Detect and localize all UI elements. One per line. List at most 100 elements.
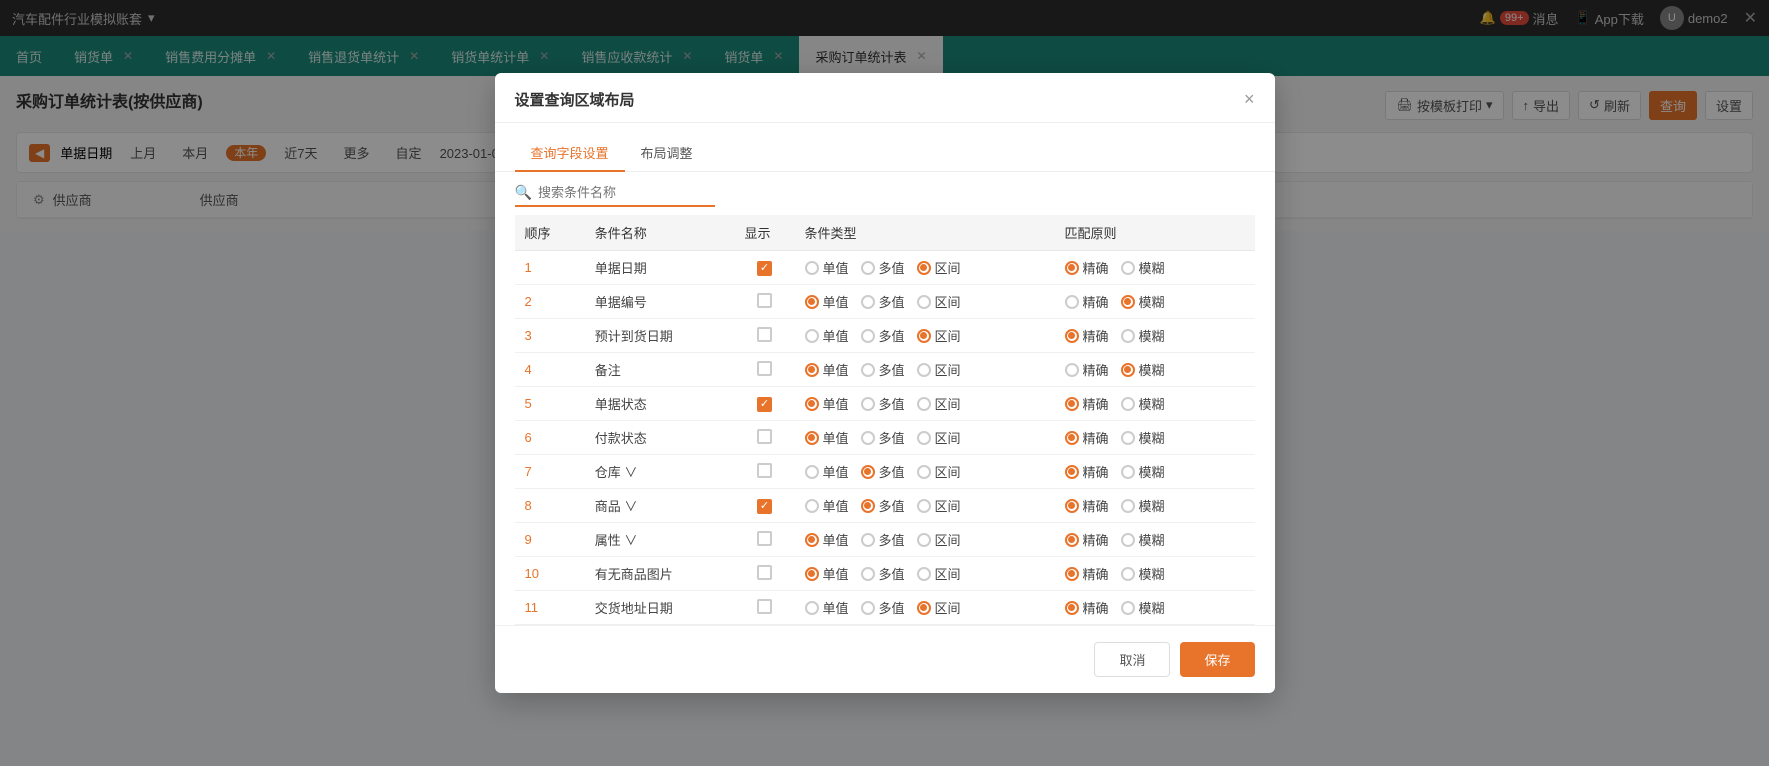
match-radio-模糊[interactable]: 模糊 bbox=[1121, 394, 1165, 413]
display-checkbox[interactable] bbox=[757, 599, 772, 614]
type-radio-多值[interactable]: 多值 bbox=[861, 394, 905, 413]
type-radio-多值[interactable]: 多值 bbox=[861, 530, 905, 549]
type-radio-区间[interactable]: 区间 bbox=[917, 394, 961, 413]
match-radio-模糊[interactable]: 模糊 bbox=[1121, 598, 1165, 617]
match-radio-模糊[interactable]: 模糊 bbox=[1121, 428, 1165, 447]
settings-modal: 设置查询区域布局 × 查询字段设置 布局调整 🔍 顺序 bbox=[495, 73, 1275, 693]
row-name: 商品 ∨ bbox=[585, 489, 735, 523]
display-checkbox[interactable] bbox=[757, 293, 772, 308]
tab-layout[interactable]: 布局调整 bbox=[625, 135, 709, 172]
type-radio-区间[interactable]: 区间 bbox=[917, 530, 961, 549]
row-order: 2 bbox=[515, 285, 585, 319]
match-radio-精确[interactable]: 精确 bbox=[1065, 564, 1109, 583]
modal-close-btn[interactable]: × bbox=[1244, 89, 1255, 110]
row-order: 11 bbox=[515, 591, 585, 625]
type-radio-区间[interactable]: 区间 bbox=[917, 496, 961, 515]
display-checkbox[interactable] bbox=[757, 499, 772, 514]
type-radio-单值[interactable]: 单值 bbox=[805, 258, 849, 277]
type-radio-多值[interactable]: 多值 bbox=[861, 292, 905, 311]
match-radio-模糊[interactable]: 模糊 bbox=[1121, 564, 1165, 583]
row-name: 交货地址日期 bbox=[585, 591, 735, 625]
th-order: 顺序 bbox=[515, 215, 585, 251]
display-checkbox[interactable] bbox=[757, 531, 772, 546]
row-name: 备注 bbox=[585, 353, 735, 387]
display-checkbox[interactable] bbox=[757, 429, 772, 444]
row-display[interactable] bbox=[735, 319, 795, 353]
row-display[interactable] bbox=[735, 523, 795, 557]
match-radio-精确[interactable]: 精确 bbox=[1065, 360, 1109, 379]
row-display[interactable] bbox=[735, 591, 795, 625]
match-radio-精确[interactable]: 精确 bbox=[1065, 530, 1109, 549]
display-checkbox[interactable] bbox=[757, 397, 772, 412]
row-display[interactable] bbox=[735, 557, 795, 591]
type-radio-区间[interactable]: 区间 bbox=[917, 360, 961, 379]
match-radio-精确[interactable]: 精确 bbox=[1065, 292, 1109, 311]
match-radio-模糊[interactable]: 模糊 bbox=[1121, 292, 1165, 311]
match-radio-模糊[interactable]: 模糊 bbox=[1121, 326, 1165, 345]
match-radio-精确[interactable]: 精确 bbox=[1065, 326, 1109, 345]
display-checkbox[interactable] bbox=[757, 565, 772, 580]
row-display[interactable] bbox=[735, 421, 795, 455]
type-radio-区间[interactable]: 区间 bbox=[917, 258, 961, 277]
match-radio-模糊[interactable]: 模糊 bbox=[1121, 258, 1165, 277]
row-display[interactable] bbox=[735, 285, 795, 319]
modal-tab-bar: 查询字段设置 布局调整 bbox=[495, 123, 1275, 172]
type-radio-单值[interactable]: 单值 bbox=[805, 462, 849, 481]
row-type: 单值多值区间 bbox=[795, 591, 1055, 625]
match-radio-精确[interactable]: 精确 bbox=[1065, 462, 1109, 481]
type-radio-单值[interactable]: 单值 bbox=[805, 564, 849, 583]
type-radio-多值[interactable]: 多值 bbox=[861, 360, 905, 379]
type-radio-单值[interactable]: 单值 bbox=[805, 428, 849, 447]
cancel-button[interactable]: 取消 bbox=[1094, 642, 1170, 677]
type-radio-多值[interactable]: 多值 bbox=[861, 564, 905, 583]
type-radio-多值[interactable]: 多值 bbox=[861, 326, 905, 345]
match-radio-精确[interactable]: 精确 bbox=[1065, 496, 1109, 515]
match-radio-精确[interactable]: 精确 bbox=[1065, 428, 1109, 447]
type-radio-多值[interactable]: 多值 bbox=[861, 496, 905, 515]
row-match: 精确模糊 bbox=[1055, 251, 1255, 285]
match-radio-模糊[interactable]: 模糊 bbox=[1121, 462, 1165, 481]
type-radio-区间[interactable]: 区间 bbox=[917, 564, 961, 583]
row-display[interactable] bbox=[735, 251, 795, 285]
type-radio-区间[interactable]: 区间 bbox=[917, 292, 961, 311]
match-radio-精确[interactable]: 精确 bbox=[1065, 394, 1109, 413]
display-checkbox[interactable] bbox=[757, 361, 772, 376]
row-display[interactable] bbox=[735, 489, 795, 523]
search-input[interactable] bbox=[538, 185, 698, 200]
match-radio-模糊[interactable]: 模糊 bbox=[1121, 530, 1165, 549]
match-radio-模糊[interactable]: 模糊 bbox=[1121, 360, 1165, 379]
match-radio-精确[interactable]: 精确 bbox=[1065, 598, 1109, 617]
type-radio-区间[interactable]: 区间 bbox=[917, 598, 961, 617]
row-type: 单值多值区间 bbox=[795, 557, 1055, 591]
type-radio-单值[interactable]: 单值 bbox=[805, 292, 849, 311]
row-match: 精确模糊 bbox=[1055, 387, 1255, 421]
type-radio-单值[interactable]: 单值 bbox=[805, 598, 849, 617]
type-radio-单值[interactable]: 单值 bbox=[805, 530, 849, 549]
type-radio-单值[interactable]: 单值 bbox=[805, 394, 849, 413]
row-name: 有无商品图片 bbox=[585, 557, 735, 591]
type-radio-多值[interactable]: 多值 bbox=[861, 598, 905, 617]
type-radio-区间[interactable]: 区间 bbox=[917, 428, 961, 447]
display-checkbox[interactable] bbox=[757, 463, 772, 478]
match-radio-模糊[interactable]: 模糊 bbox=[1121, 496, 1165, 515]
row-display[interactable] bbox=[735, 353, 795, 387]
type-radio-单值[interactable]: 单值 bbox=[805, 360, 849, 379]
row-type: 单值多值区间 bbox=[795, 455, 1055, 489]
row-display[interactable] bbox=[735, 455, 795, 489]
type-radio-多值[interactable]: 多值 bbox=[861, 258, 905, 277]
display-checkbox[interactable] bbox=[757, 261, 772, 276]
type-radio-区间[interactable]: 区间 bbox=[917, 326, 961, 345]
save-button[interactable]: 保存 bbox=[1180, 642, 1254, 677]
type-radio-区间[interactable]: 区间 bbox=[917, 462, 961, 481]
row-type: 单值多值区间 bbox=[795, 523, 1055, 557]
row-match: 精确模糊 bbox=[1055, 489, 1255, 523]
display-checkbox[interactable] bbox=[757, 327, 772, 342]
type-radio-单值[interactable]: 单值 bbox=[805, 496, 849, 515]
match-radio-精确[interactable]: 精确 bbox=[1065, 258, 1109, 277]
tab-query-fields[interactable]: 查询字段设置 bbox=[515, 135, 625, 172]
table-row: 10有无商品图片单值多值区间精确模糊 bbox=[515, 557, 1255, 591]
type-radio-多值[interactable]: 多值 bbox=[861, 428, 905, 447]
row-display[interactable] bbox=[735, 387, 795, 421]
type-radio-单值[interactable]: 单值 bbox=[805, 326, 849, 345]
type-radio-多值[interactable]: 多值 bbox=[861, 462, 905, 481]
